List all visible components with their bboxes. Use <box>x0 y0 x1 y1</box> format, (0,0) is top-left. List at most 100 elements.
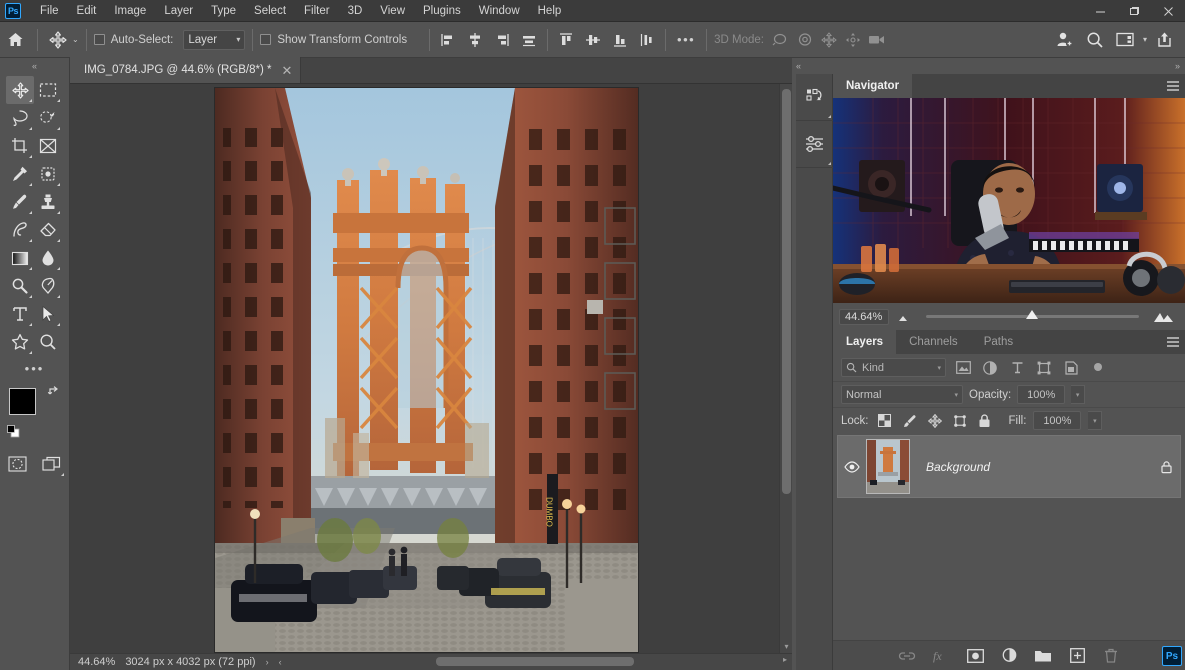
menu-help[interactable]: Help <box>529 0 571 22</box>
opacity-field[interactable]: 100% <box>1017 385 1065 404</box>
pan-3d-icon[interactable] <box>817 29 841 51</box>
adjustments-panel-icon[interactable] <box>796 121 833 168</box>
collapse-panels-icon[interactable]: « <box>796 61 801 71</box>
layer-style-fx-icon[interactable]: fx <box>931 646 951 666</box>
menu-type[interactable]: Type <box>202 0 245 22</box>
dodge-tool[interactable] <box>6 272 34 300</box>
expand-panels-icon[interactable]: » <box>1175 61 1180 71</box>
document-canvas-image[interactable]: DUMBO <box>215 88 638 652</box>
canvas-vertical-scrollbar[interactable]: ▾ <box>779 84 792 653</box>
menu-3d[interactable]: 3D <box>339 0 372 22</box>
history-brush-tool[interactable] <box>6 216 34 244</box>
status-zoom-level[interactable]: 44.64% <box>78 656 115 668</box>
new-layer-icon[interactable] <box>1067 646 1087 666</box>
filter-pixel-icon[interactable] <box>953 358 973 378</box>
menu-image[interactable]: Image <box>105 0 155 22</box>
tab-navigator[interactable]: Navigator <box>833 74 912 98</box>
status-document-dimensions[interactable]: 3024 px x 4032 px (72 ppi) <box>125 656 255 668</box>
workspace-icon[interactable] <box>1112 27 1138 53</box>
show-transform-controls-checkbox[interactable] <box>260 34 271 45</box>
object-selection-tool[interactable] <box>34 104 62 132</box>
close-button[interactable] <box>1151 0 1185 22</box>
zoom-in-mountain-icon[interactable] <box>1153 310 1175 324</box>
tab-paths[interactable]: Paths <box>971 330 1026 354</box>
screen-mode-icon[interactable] <box>38 450 66 478</box>
filter-type-icon[interactable] <box>1007 358 1027 378</box>
filter-toggle-icon[interactable] <box>1088 358 1108 378</box>
workspace-caret-icon[interactable]: ▾ <box>1143 35 1147 44</box>
zoom-out-mountain-icon[interactable] <box>897 311 912 323</box>
crop-tool[interactable] <box>6 132 34 160</box>
lock-transparent-pixels-icon[interactable] <box>876 412 894 430</box>
new-group-icon[interactable] <box>1033 646 1053 666</box>
lock-all-icon[interactable] <box>976 412 994 430</box>
minimize-button[interactable] <box>1083 0 1117 22</box>
status-expand-icon[interactable]: › <box>266 657 269 667</box>
new-adjustment-layer-icon[interactable] <box>999 646 1019 666</box>
zoom-tool[interactable] <box>34 328 62 356</box>
rotate-3d-icon[interactable] <box>769 29 793 51</box>
toolbar-collapse-icon[interactable]: « <box>0 58 69 74</box>
shape-tool[interactable] <box>6 328 34 356</box>
move-tool[interactable] <box>6 76 34 104</box>
lock-artboard-nesting-icon[interactable] <box>951 412 969 430</box>
tab-layers[interactable]: Layers <box>833 330 896 354</box>
delete-layer-icon[interactable] <box>1101 646 1121 666</box>
foreground-color-swatch[interactable] <box>9 388 36 415</box>
clone-stamp-tool[interactable] <box>34 188 62 216</box>
menu-plugins[interactable]: Plugins <box>414 0 470 22</box>
quick-mask-icon[interactable] <box>4 450 32 478</box>
filter-kind-dropdown[interactable]: Kind ▾ <box>841 358 946 377</box>
menu-filter[interactable]: Filter <box>295 0 339 22</box>
menu-view[interactable]: View <box>371 0 414 22</box>
align-bottom-edges-icon[interactable] <box>609 29 631 51</box>
auto-select-target-dropdown[interactable]: Layer ▾ <box>183 30 245 50</box>
canvas-area[interactable]: DUMBO ▾ <box>70 84 792 653</box>
maximize-button[interactable] <box>1117 0 1151 22</box>
auto-select-checkbox[interactable] <box>94 34 105 45</box>
align-vertical-centers-icon[interactable] <box>582 29 604 51</box>
menu-window[interactable]: Window <box>470 0 529 22</box>
distribute-vertically-icon[interactable] <box>636 29 658 51</box>
lock-position-icon[interactable] <box>926 412 944 430</box>
add-user-icon[interactable] <box>1052 27 1078 53</box>
frame-tool[interactable] <box>34 132 62 160</box>
scrollbar-thumb[interactable] <box>436 657 634 666</box>
layer-thumbnail[interactable] <box>866 439 910 494</box>
panel-menu-icon[interactable] <box>1161 74 1185 98</box>
align-top-edges-icon[interactable] <box>555 29 577 51</box>
align-right-edges-icon[interactable] <box>491 29 513 51</box>
menu-select[interactable]: Select <box>245 0 295 22</box>
layer-name[interactable]: Background <box>910 460 1152 474</box>
canvas-horizontal-scrollbar[interactable]: ▸ <box>432 655 790 668</box>
distribute-horizontally-icon[interactable] <box>518 29 540 51</box>
eraser-tool[interactable] <box>34 216 62 244</box>
opacity-caret-icon[interactable]: ▾ <box>1071 385 1085 404</box>
lock-image-pixels-icon[interactable] <box>901 412 919 430</box>
eyedropper-tool[interactable] <box>6 160 34 188</box>
more-options-icon[interactable]: ••• <box>673 29 699 51</box>
tool-preset-caret-icon[interactable]: ⌄ <box>72 35 79 44</box>
chevron-right-icon[interactable]: ▸ <box>783 655 787 664</box>
camera-3d-icon[interactable] <box>865 29 889 51</box>
chevron-down-icon[interactable]: ▾ <box>780 642 792 651</box>
filter-shape-icon[interactable] <box>1034 358 1054 378</box>
close-icon[interactable]: ✕ <box>281 64 292 77</box>
path-selection-tool[interactable] <box>34 300 62 328</box>
edit-toolbar-icon[interactable]: ••• <box>6 356 63 378</box>
blend-mode-dropdown[interactable]: Normal ▾ <box>841 385 963 404</box>
add-layer-mask-icon[interactable] <box>965 646 985 666</box>
scrollbar-thumb[interactable] <box>782 89 791 494</box>
layer-visibility-toggle[interactable] <box>838 461 866 473</box>
swap-colors-icon[interactable] <box>47 384 61 398</box>
slider-handle[interactable] <box>1026 310 1038 319</box>
slide-3d-icon[interactable] <box>841 29 865 51</box>
rectangular-marquee-tool[interactable] <box>34 76 62 104</box>
navigator-zoom-slider[interactable] <box>926 315 1139 318</box>
pen-tool[interactable] <box>34 272 62 300</box>
brush-tool[interactable] <box>6 188 34 216</box>
filter-smart-object-icon[interactable] <box>1061 358 1081 378</box>
panel-menu-icon[interactable] <box>1161 330 1185 354</box>
gradient-tool[interactable] <box>6 244 34 272</box>
default-colors-icon[interactable] <box>7 425 20 438</box>
